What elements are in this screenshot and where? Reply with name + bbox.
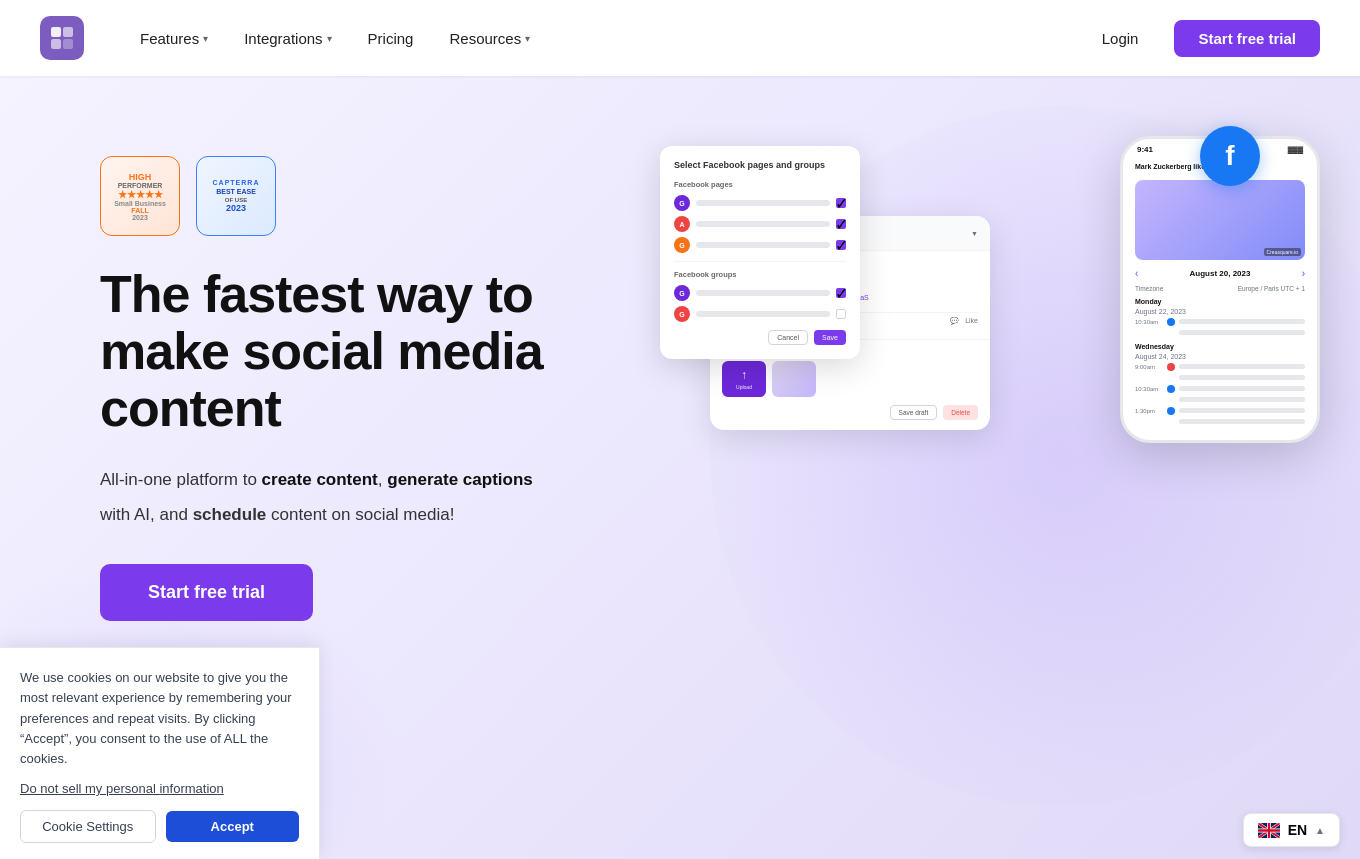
hero-subtitle-2: with AI, and schedule content on social … — [100, 501, 620, 528]
svg-rect-1 — [63, 27, 73, 37]
upload-icon: ↑ — [741, 368, 747, 382]
group-avatar-1: G — [674, 285, 690, 301]
upload-button[interactable]: ↑ Upload — [722, 361, 766, 397]
language-label: EN — [1288, 822, 1307, 838]
dialog-title: Select Facebook pages and groups — [674, 160, 846, 170]
nav-item-pricing[interactable]: Pricing — [352, 22, 430, 55]
page-row-3: G ✓ — [674, 237, 846, 253]
fb-pages-dialog: Select Facebook pages and groups Faceboo… — [660, 146, 860, 359]
checkbox-checked-1[interactable]: ✓ — [836, 198, 846, 208]
hero-cta-button[interactable]: Start free trial — [100, 564, 313, 621]
delete-button[interactable]: Delete — [943, 405, 978, 420]
phone-photo: Creasquare.io — [1135, 180, 1305, 260]
group-row-1: G ✓ — [674, 285, 846, 301]
navbar: Features ▾ Integrations ▾ Pricing Resour… — [0, 0, 1360, 76]
capterra-badge: CAPTERRA BEST EASE OF USE 2023 — [196, 156, 276, 236]
hero-content: HIGH PERFORMER ★★★★★ Small Business FALL… — [0, 76, 1360, 736]
nav-right: Login Start free trial — [1086, 20, 1320, 57]
calendar-header: ‹ August 20, 2023 › — [1135, 268, 1305, 279]
nav-item-integrations[interactable]: Integrations ▾ — [228, 22, 347, 55]
svg-rect-2 — [51, 39, 61, 49]
facebook-icon: f — [1200, 126, 1260, 186]
award-badges: HIGH PERFORMER ★★★★★ Small Business FALL… — [100, 156, 620, 236]
chevron-up-icon: ▲ — [1315, 825, 1325, 836]
svg-rect-0 — [51, 27, 61, 37]
checkbox-checked-3[interactable]: ✓ — [836, 240, 846, 250]
save-button[interactable]: Save — [814, 330, 846, 345]
nav-item-features[interactable]: Features ▾ — [124, 22, 224, 55]
nav-links: Features ▾ Integrations ▾ Pricing Resour… — [124, 22, 1086, 55]
group-row-2: G — [674, 306, 846, 322]
chevron-down-icon: ▾ — [525, 33, 530, 44]
hero-left: HIGH PERFORMER ★★★★★ Small Business FALL… — [100, 136, 620, 621]
nav-item-resources[interactable]: Resources ▾ — [433, 22, 546, 55]
page-row-2: A ✓ — [674, 216, 846, 232]
groups-label: Facebook groups — [674, 270, 846, 279]
calendar-day-2: Wednesday August 24, 2023 9:00am — [1135, 343, 1305, 426]
page-row-1: G ✓ — [674, 195, 846, 211]
checkbox-unchecked-g2[interactable] — [836, 309, 846, 319]
do-not-sell-link[interactable]: Do not sell my personal information — [20, 781, 299, 796]
logo[interactable] — [40, 16, 84, 60]
svg-rect-3 — [63, 39, 73, 49]
page-avatar-2: A — [674, 216, 690, 232]
uk-flag-icon — [1258, 823, 1280, 838]
editor-action-buttons: Save draft Delete — [722, 405, 978, 420]
cookie-text: We use cookies on our website to give yo… — [20, 668, 299, 769]
checkbox-checked-g1[interactable]: ✓ — [836, 288, 846, 298]
save-draft-button[interactable]: Save draft — [890, 405, 938, 420]
language-selector[interactable]: EN ▲ — [1243, 813, 1340, 847]
group-avatar-2: G — [674, 306, 690, 322]
cal-forward-icon[interactable]: › — [1302, 268, 1305, 279]
nav-cta-button[interactable]: Start free trial — [1174, 20, 1320, 57]
dialog-buttons: Cancel Save — [674, 330, 846, 345]
phone-screen: Mark Zuckerberg likes Creasquare.io Crea… — [1123, 154, 1317, 440]
hero-subtitle-1: All-in-one platform to create content, g… — [100, 466, 620, 493]
media-thumbnail — [772, 361, 816, 397]
login-button[interactable]: Login — [1086, 22, 1155, 55]
cookie-banner: We use cookies on our website to give yo… — [0, 647, 320, 859]
pages-label: Facebook pages — [674, 180, 846, 189]
logo-icon — [40, 16, 84, 60]
hero-mockups: f Select Facebook pages and groups Faceb… — [660, 136, 1300, 736]
calendar-day-1: Monday August 22, 2023 10:30am — [1135, 298, 1305, 337]
g2-badge: HIGH PERFORMER ★★★★★ Small Business FALL… — [100, 156, 180, 236]
cookie-accept-button[interactable]: Accept — [166, 811, 300, 842]
cookie-buttons: Cookie Settings Accept — [20, 810, 299, 843]
chevron-down-icon: ▾ — [203, 33, 208, 44]
cal-back-icon[interactable]: ‹ — [1135, 268, 1138, 279]
cookie-settings-button[interactable]: Cookie Settings — [20, 810, 156, 843]
cancel-button[interactable]: Cancel — [768, 330, 808, 345]
hero-title: The fastest way to make social media con… — [100, 266, 620, 438]
page-avatar-3: G — [674, 237, 690, 253]
chevron-down-icon: ▾ — [327, 33, 332, 44]
checkbox-checked-2[interactable]: ✓ — [836, 219, 846, 229]
page-avatar-1: G — [674, 195, 690, 211]
